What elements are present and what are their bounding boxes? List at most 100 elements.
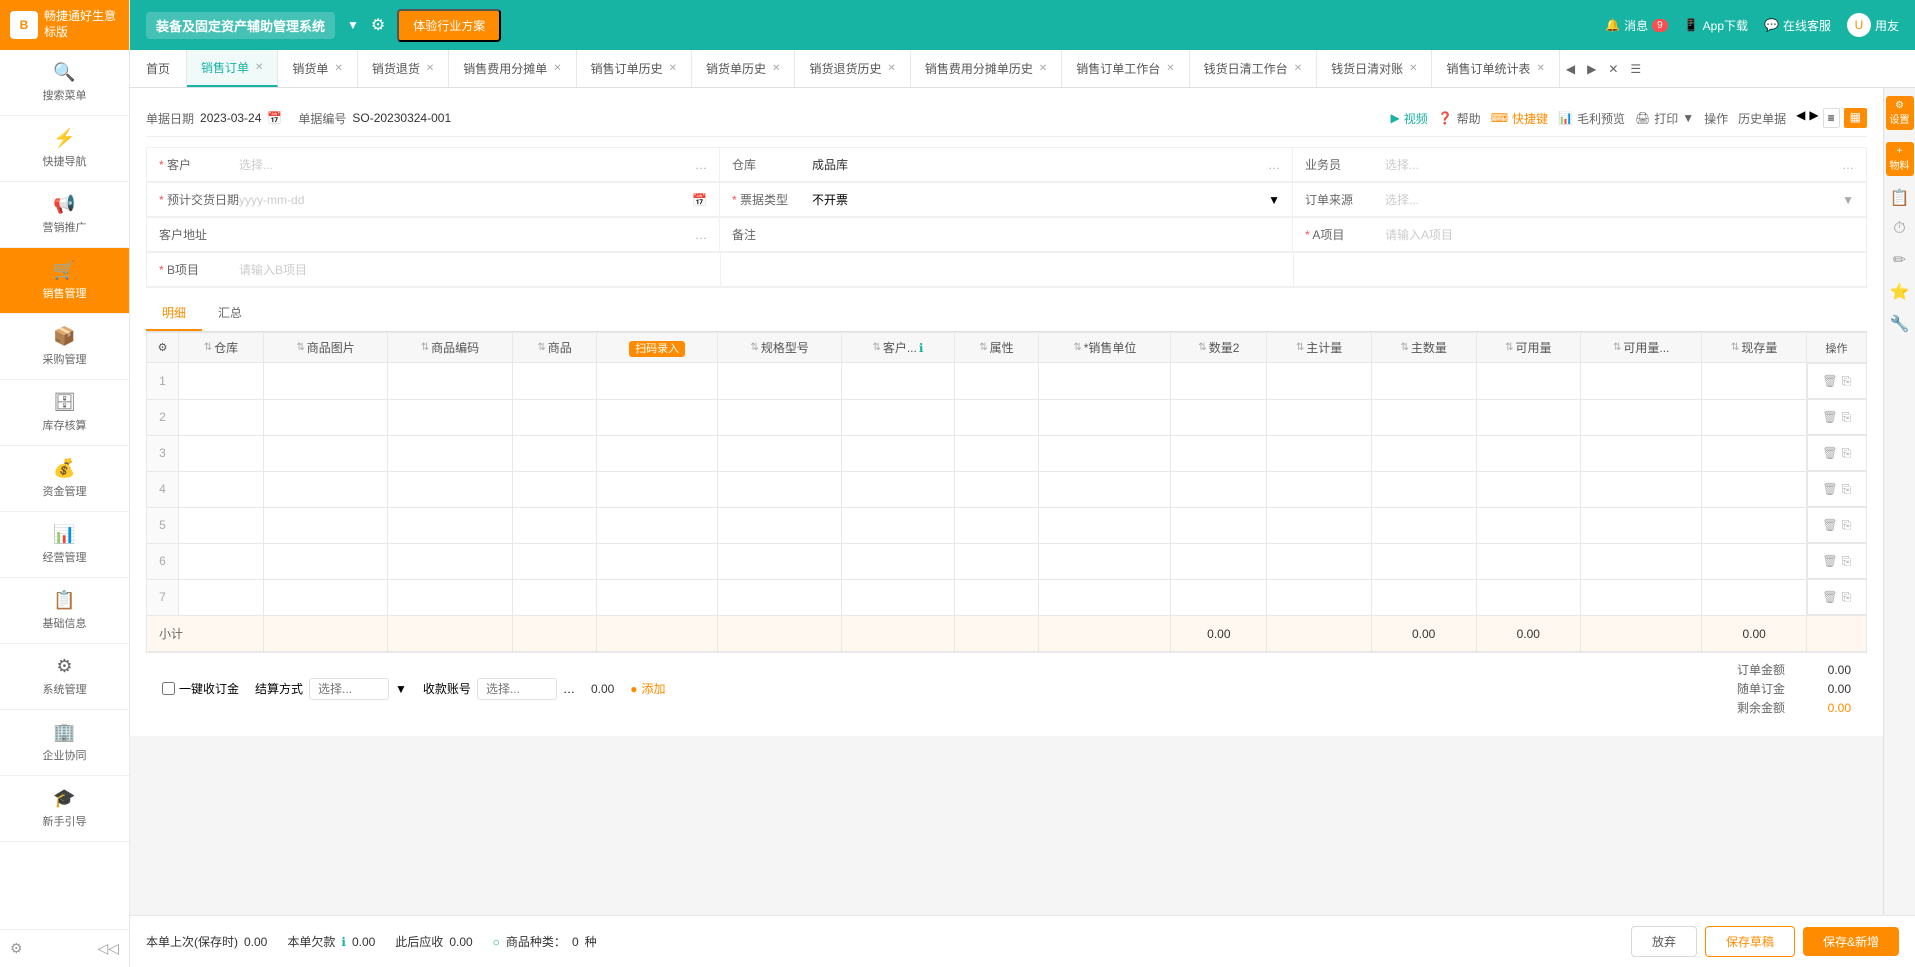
quick-settle-checkbox[interactable]: 一键收订金 (162, 680, 239, 697)
operate-btn[interactable]: 操作 (1704, 110, 1728, 127)
order-source-dropdown-icon[interactable]: ▼ (1842, 193, 1854, 207)
settings-gear-icon[interactable]: ⚙ (371, 15, 385, 35)
help-btn[interactable]: ❓ 帮助 (1438, 110, 1481, 127)
settle-method-dropdown-icon[interactable]: ▼ (395, 682, 407, 696)
customer-more-icon[interactable]: … (695, 158, 707, 172)
tab-sales-refund-history[interactable]: 销货退货历史 ✕ (795, 50, 910, 87)
row-product-code[interactable] (388, 363, 512, 400)
tab-close-icon[interactable]: ✕ (772, 63, 780, 74)
delete-icon[interactable]: 🗑 (1822, 554, 1837, 568)
tab-close-icon[interactable]: ✕ (1039, 63, 1047, 74)
tab-detail[interactable]: 明细 (146, 296, 202, 331)
row-spec[interactable] (717, 363, 841, 400)
tab-nav-next[interactable]: ▶ (1581, 62, 1602, 76)
sidebar-item-enterprise[interactable]: 🏢 企业协同 (0, 710, 129, 776)
view-btn[interactable]: ▶ 视频 (1390, 110, 1427, 127)
sidebar-item-finance[interactable]: 💰 资金管理 (0, 446, 129, 512)
notification-item[interactable]: 🔔 消息 9 (1605, 17, 1668, 34)
sidebar-item-basic[interactable]: 📋 基础信息 (0, 578, 129, 644)
add-field-btn[interactable]: +物料 (1886, 142, 1914, 176)
th-available-more[interactable]: ⇅ 可用量... (1581, 333, 1702, 363)
tab-summary[interactable]: 汇总 (202, 296, 258, 331)
layout-prev-icon[interactable]: ◀ (1796, 108, 1805, 128)
scan-btn[interactable]: 扫码录入 (629, 341, 685, 357)
row-main-qty[interactable] (1371, 363, 1476, 400)
delete-icon[interactable]: 🗑 (1822, 374, 1837, 388)
sidebar-item-inventory[interactable]: 🗄 库存核算 (0, 380, 129, 446)
tab-sales-returns-history[interactable]: 销货单历史 ✕ (692, 50, 795, 87)
add-button[interactable]: ● 添加 (630, 680, 665, 697)
quick-settle-input[interactable] (162, 682, 175, 695)
tab-nav-menu[interactable]: ☰ (1624, 62, 1647, 76)
th-spec-model[interactable]: ⇅ 规格型号 (717, 333, 841, 363)
panel-icon-1[interactable]: 📋 (1890, 188, 1910, 208)
save-new-button[interactable]: 保存&新增 (1803, 927, 1899, 956)
sidebar-item-marketing[interactable]: 📢 营销推广 (0, 182, 129, 248)
tab-close-icon[interactable]: ✕ (1294, 63, 1302, 74)
delete-icon[interactable]: 🗑 (1822, 410, 1837, 424)
row-sales-unit[interactable] (1039, 363, 1171, 400)
sidebar-item-quicknav[interactable]: ⚡ 快捷导航 (0, 116, 129, 182)
tab-close-icon[interactable]: ✕ (669, 63, 677, 74)
th-scan-input[interactable]: 扫码录入 (597, 333, 717, 363)
address-more-icon[interactable]: … (695, 228, 707, 242)
tab-fee-history[interactable]: 销售费用分摊单历史 ✕ (911, 50, 1062, 87)
warehouse-more-icon[interactable]: … (1268, 158, 1280, 172)
tab-home[interactable]: 首页 (130, 50, 187, 87)
th-attributes[interactable]: ⇅ 属性 (954, 333, 1039, 363)
tab-sales-order[interactable]: 销售订单 ✕ (187, 50, 278, 87)
row-warehouse[interactable] (179, 363, 264, 400)
tab-sales-fee-split[interactable]: 销售费用分摊单 ✕ (449, 50, 576, 87)
collapse-icon[interactable]: ◁◁ (97, 940, 119, 957)
customer-input[interactable] (239, 158, 691, 172)
tab-order-workspace[interactable]: 销售订单工作台 ✕ (1062, 50, 1189, 87)
receipt-more-icon[interactable]: … (563, 682, 575, 696)
delete-icon[interactable]: 🗑 (1822, 518, 1837, 532)
customer-address-input[interactable] (239, 228, 691, 242)
remarks-input[interactable] (812, 228, 1280, 242)
invoice-type-select[interactable]: 不开票 ▼ (812, 191, 1280, 208)
user-item[interactable]: U 用友 (1847, 13, 1899, 37)
a-project-input[interactable] (1385, 228, 1854, 242)
tab-close-icon[interactable]: ✕ (1409, 63, 1417, 74)
print-btn[interactable]: 🖨 打印 ▼ (1635, 110, 1694, 127)
salesperson-more-icon[interactable]: … (1842, 158, 1854, 172)
online-service-item[interactable]: 💬 在线客服 (1764, 17, 1831, 34)
settings-panel-btn[interactable]: ⚙设置 (1886, 96, 1914, 130)
sidebar-item-sales[interactable]: 🛒 销售管理 (0, 248, 129, 314)
settings-icon[interactable]: ⚙ (10, 940, 23, 957)
delete-icon[interactable]: 🗑 (1822, 446, 1837, 460)
th-main-unit[interactable]: ⇅ 主计量 (1267, 333, 1372, 363)
tab-close-icon[interactable]: ✕ (334, 63, 342, 74)
th-main-quantity[interactable]: ⇅ 主数量 (1371, 333, 1476, 363)
th-sales-unit[interactable]: ⇅ *销售单位 (1039, 333, 1171, 363)
layout-list-icon[interactable]: ▦ (1844, 108, 1867, 128)
panel-icon-3[interactable]: ✏ (1893, 250, 1906, 270)
row-customer-info[interactable] (842, 363, 954, 400)
tab-nav-prev[interactable]: ◀ (1560, 62, 1581, 76)
tab-cash-reconcile[interactable]: 钱货日清对账 ✕ (1317, 50, 1432, 87)
sidebar-item-system[interactable]: ⚙ 系统管理 (0, 644, 129, 710)
th-current-qty[interactable]: ⇅ 现存量 (1702, 333, 1807, 363)
date-value[interactable]: 2023-03-24 (200, 111, 261, 125)
profit-btn[interactable]: 📊 毛利预览 (1558, 110, 1625, 127)
tab-close-icon[interactable]: ✕ (887, 63, 895, 74)
copy-icon[interactable]: ⎘ (1842, 482, 1852, 497)
tab-close-icon[interactable]: ✕ (1166, 63, 1174, 74)
tab-nav-close[interactable]: ✕ (1602, 62, 1624, 76)
copy-icon[interactable]: ⎘ (1842, 446, 1852, 461)
discard-button[interactable]: 放弃 (1631, 926, 1697, 957)
copy-icon[interactable]: ⎘ (1842, 554, 1852, 569)
invoice-type-dropdown-icon[interactable]: ▼ (1268, 193, 1280, 207)
row-attributes[interactable] (954, 363, 1039, 400)
sidebar-item-purchase[interactable]: 📦 采购管理 (0, 314, 129, 380)
b-project-input[interactable] (239, 263, 708, 277)
th-product-image[interactable]: ⇅ 商品图片 (263, 333, 387, 363)
panel-icon-2[interactable]: ⏱ (1893, 220, 1905, 238)
copy-icon[interactable]: ⎘ (1842, 374, 1852, 389)
warehouse-value[interactable]: 成品库 (812, 156, 1264, 173)
row-qty2[interactable] (1171, 363, 1267, 400)
tab-sales-order-history[interactable]: 销售订单历史 ✕ (577, 50, 692, 87)
tab-close-icon[interactable]: ✕ (553, 63, 561, 74)
shortcut-btn[interactable]: ⌨ 快捷键 (1491, 110, 1548, 127)
